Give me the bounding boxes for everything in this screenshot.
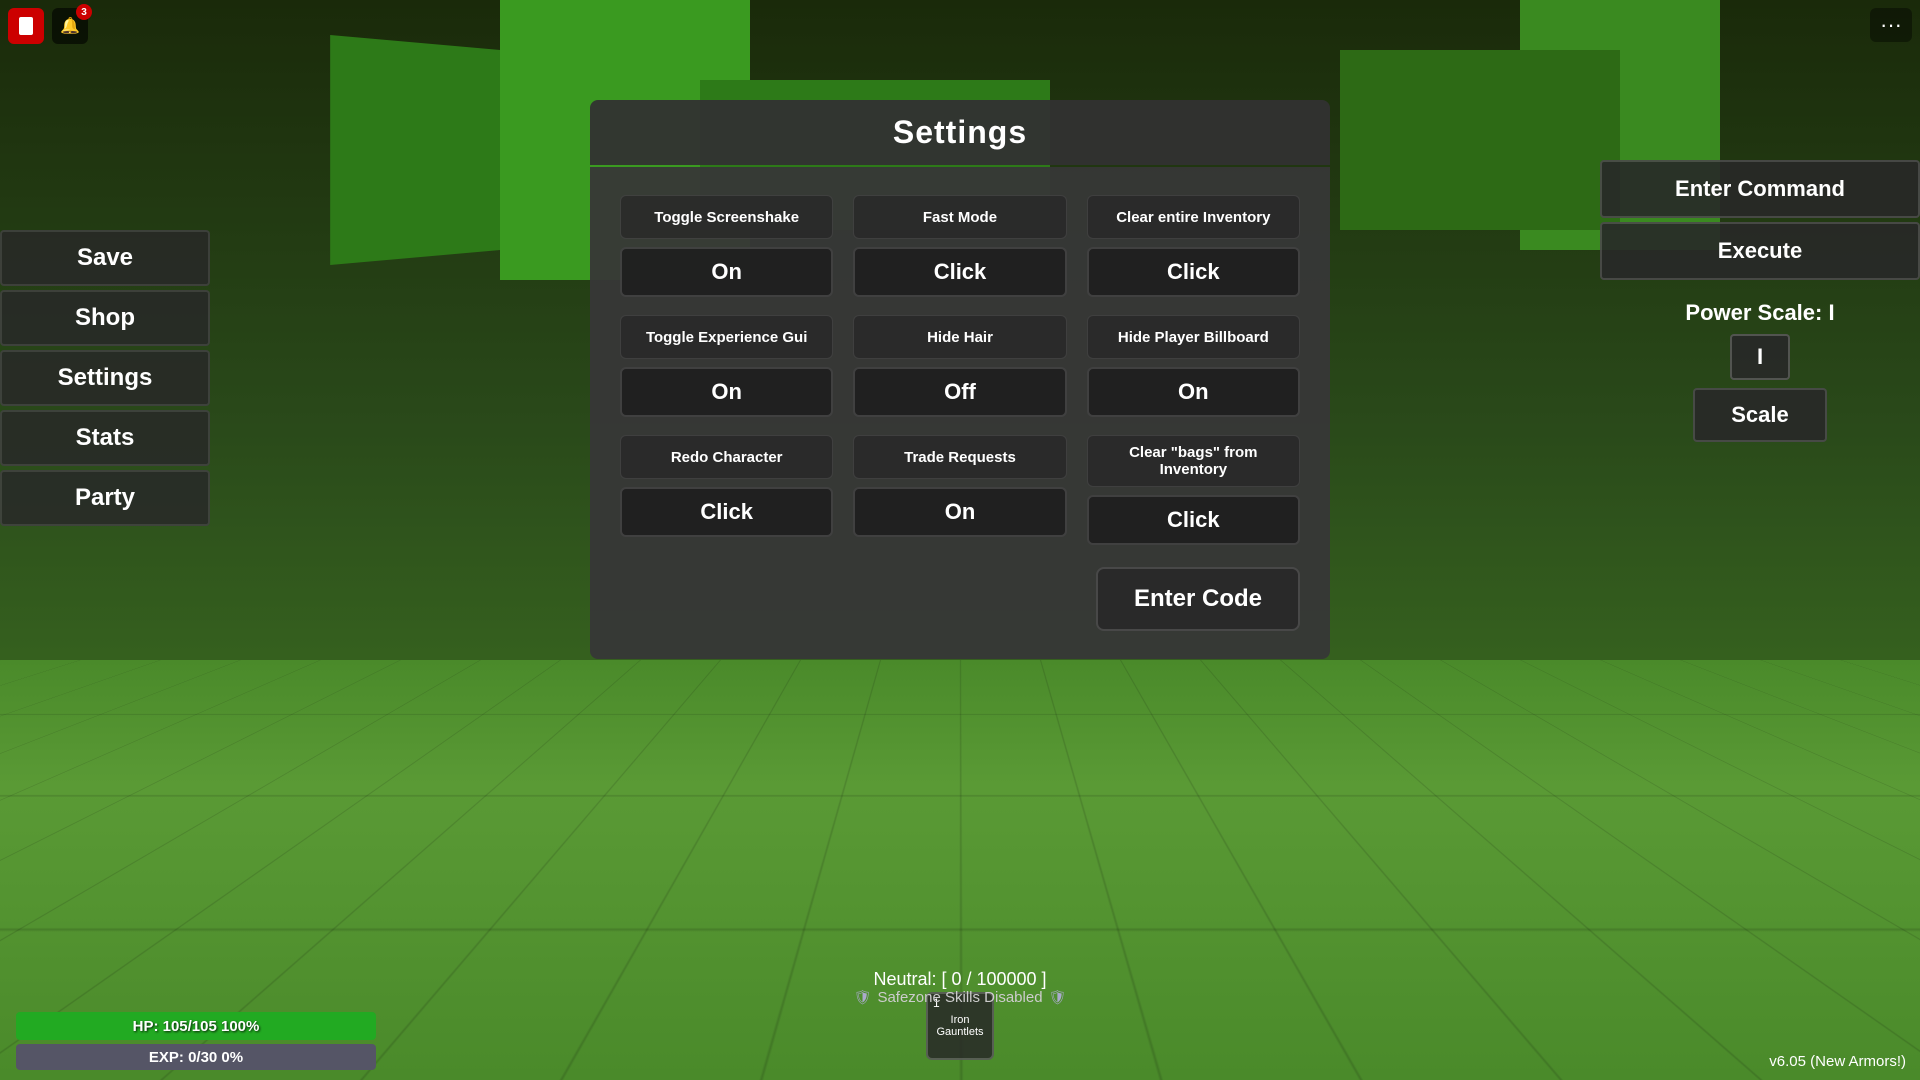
trade-requests-btn[interactable]: On — [853, 487, 1066, 537]
settings-grid: Toggle Screenshake On Fast Mode Click Cl… — [620, 195, 1300, 545]
exp-bar-text: EXP: 0/30 0% — [149, 1049, 243, 1066]
hide-hair-label: Hide Hair — [853, 315, 1066, 359]
settings-title: Settings — [893, 114, 1027, 150]
fast-mode-label: Fast Mode — [853, 195, 1066, 239]
setting-fast-mode: Fast Mode Click — [853, 195, 1066, 297]
setting-toggle-screenshake: Toggle Screenshake On — [620, 195, 833, 297]
exp-bar: EXP: 0/30 0% — [16, 1044, 376, 1070]
setting-redo-character: Redo Character Click — [620, 435, 833, 545]
hide-player-billboard-btn[interactable]: On — [1087, 367, 1300, 417]
enter-code-button[interactable]: Enter Code — [1096, 567, 1300, 631]
power-scale-label: Power Scale: I — [1600, 300, 1920, 326]
execute-button[interactable]: Execute — [1600, 222, 1920, 280]
notification-icon: 🔔 — [60, 16, 80, 36]
clear-bags-btn[interactable]: Click — [1087, 495, 1300, 545]
fast-mode-btn[interactable]: Click — [853, 247, 1066, 297]
sidebar-shop-button[interactable]: Shop — [0, 290, 210, 346]
sidebar-stats-button[interactable]: Stats — [0, 410, 210, 466]
redo-character-btn[interactable]: Click — [620, 487, 833, 537]
sidebar-party-button[interactable]: Party — [0, 470, 210, 526]
badge-count: 3 — [76, 4, 92, 20]
settings-panel: Settings Toggle Screenshake On Fast Mode… — [590, 100, 1330, 659]
bg-block-5 — [1340, 50, 1620, 230]
sidebar-save-button[interactable]: Save — [0, 230, 210, 286]
scale-button[interactable]: Scale — [1693, 388, 1827, 442]
notification-badge[interactable]: 🔔 3 — [52, 8, 88, 44]
more-options-button[interactable]: ··· — [1870, 8, 1912, 42]
hp-bar-container: HP: 105/105 100% — [16, 1012, 376, 1040]
redo-character-label: Redo Character — [620, 435, 833, 479]
setting-trade-requests: Trade Requests On — [853, 435, 1066, 545]
setting-hide-player-billboard: Hide Player Billboard On — [1087, 315, 1300, 417]
roblox-icon[interactable] — [8, 8, 44, 44]
hp-bar-text: HP: 105/105 100% — [133, 1018, 260, 1035]
clear-bags-label: Clear "bags" from Inventory — [1087, 435, 1300, 487]
hp-bar: HP: 105/105 100% — [16, 1012, 376, 1040]
shield-icon-right: 🛡 — [1049, 989, 1067, 1006]
toggle-exp-gui-btn[interactable]: On — [620, 367, 833, 417]
toggle-screenshake-btn[interactable]: On — [620, 247, 833, 297]
clear-inventory-label: Clear entire Inventory — [1087, 195, 1300, 239]
toggle-exp-gui-label: Toggle Experience Gui — [620, 315, 833, 359]
safezone-text: 🛡 Safezone Skills Disabled 🛡 — [16, 989, 1904, 1006]
right-panel: Enter Command Execute Power Scale: I Sca… — [1600, 160, 1920, 442]
enter-code-row: Enter Code — [620, 567, 1300, 631]
toggle-screenshake-label: Toggle Screenshake — [620, 195, 833, 239]
setting-clear-inventory: Clear entire Inventory Click — [1087, 195, 1300, 297]
top-left-icons: 🔔 3 — [8, 8, 88, 44]
hide-hair-btn[interactable]: Off — [853, 367, 1066, 417]
shield-icon: 🛡 — [854, 989, 872, 1006]
sidebar-settings-button[interactable]: Settings — [0, 350, 210, 406]
settings-title-bar: Settings — [590, 100, 1330, 165]
setting-clear-bags: Clear "bags" from Inventory Click — [1087, 435, 1300, 545]
hide-player-billboard-label: Hide Player Billboard — [1087, 315, 1300, 359]
setting-hide-hair: Hide Hair Off — [853, 315, 1066, 417]
power-scale-input[interactable] — [1730, 334, 1790, 380]
clear-inventory-btn[interactable]: Click — [1087, 247, 1300, 297]
bottom-hud: 🛡 Safezone Skills Disabled 🛡 HP: 105/105… — [0, 979, 1920, 1080]
setting-toggle-exp-gui: Toggle Experience Gui On — [620, 315, 833, 417]
settings-body: Toggle Screenshake On Fast Mode Click Cl… — [590, 167, 1330, 659]
enter-command-button[interactable]: Enter Command — [1600, 160, 1920, 218]
left-sidebar: Save Shop Settings Stats Party — [0, 230, 210, 526]
trade-requests-label: Trade Requests — [853, 435, 1066, 479]
